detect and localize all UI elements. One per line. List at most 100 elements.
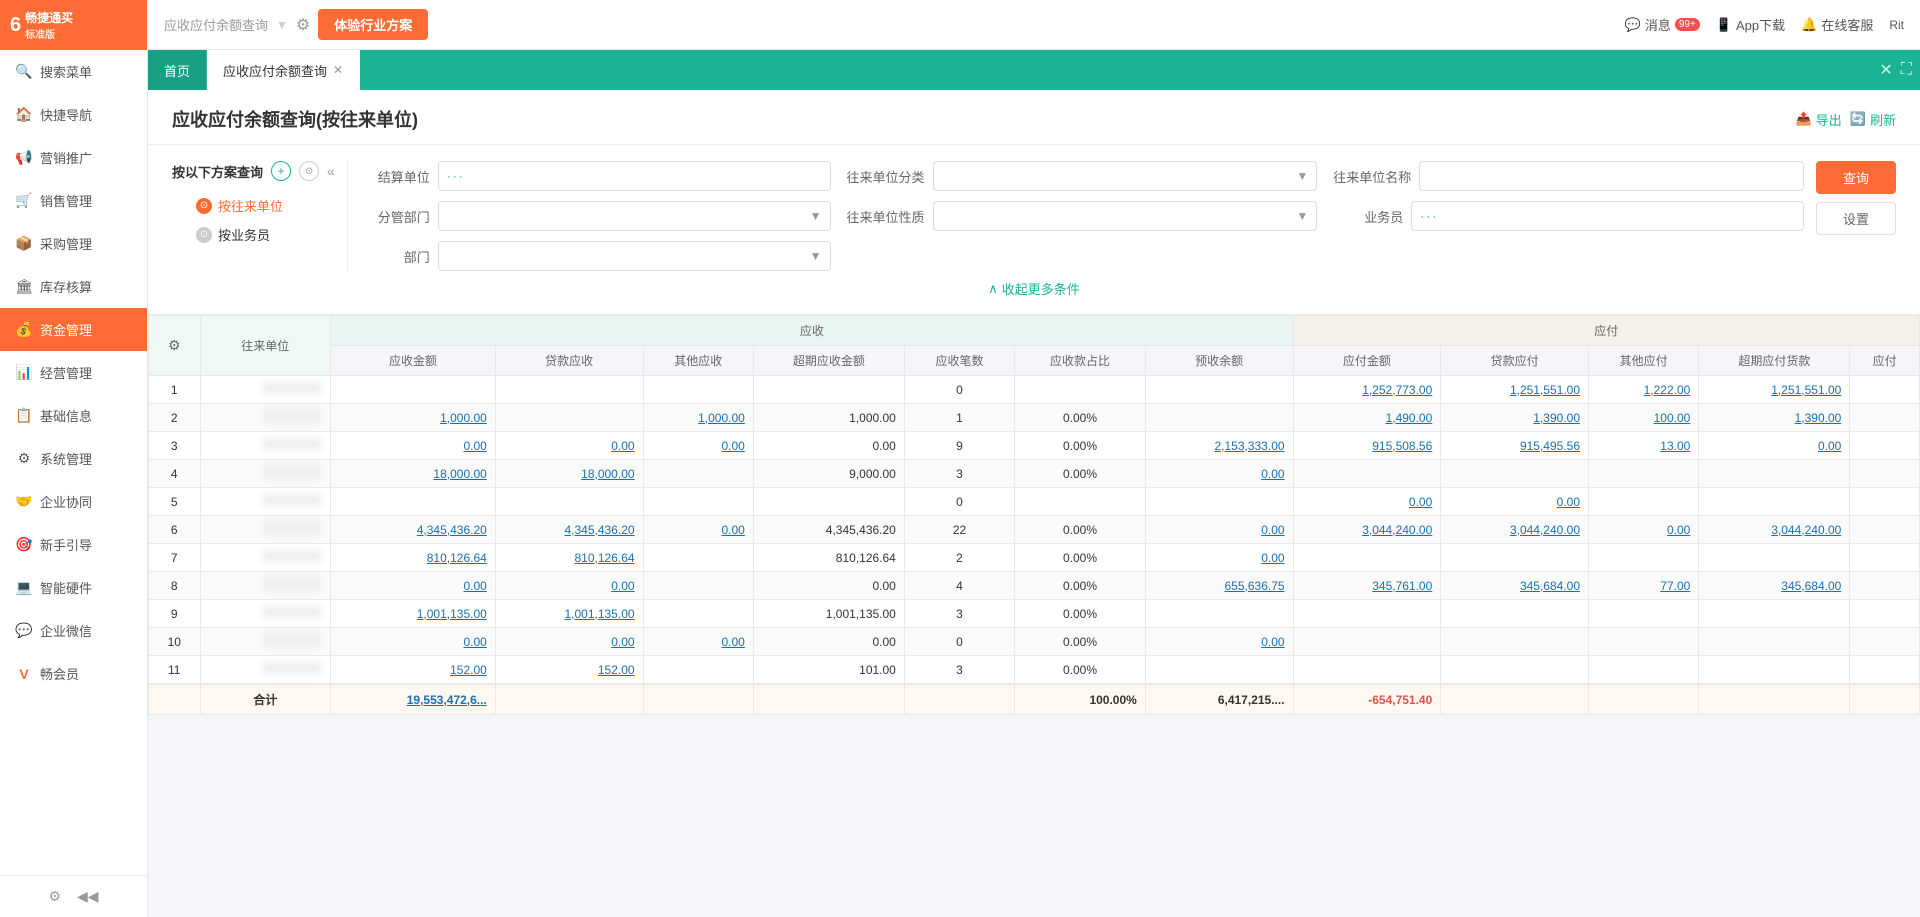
th-loan-payable: 贷款应付 <box>1441 346 1589 376</box>
table-row: 64,345,436.204,345,436.200.004,345,436.2… <box>149 516 1920 544</box>
total-label: 合计 <box>200 684 331 715</box>
table-row: 500.000.00 <box>149 488 1920 516</box>
sidebar-item-smart-hw[interactable]: 💻 智能硬件 <box>0 566 147 609</box>
app-download-action[interactable]: 📱 App下载 <box>1716 15 1785 34</box>
collapse-arrow-icon: ∧ <box>988 281 998 297</box>
sidebar-item-search-menu[interactable]: 🔍 搜索菜单 <box>0 50 147 93</box>
table-row: 100.000.000.000.0000.00%0.00 <box>149 628 1920 656</box>
th-receivable-ratio: 应收款占比 <box>1015 346 1146 376</box>
filter-section: 按以下方案查询 + ⊙ « ⊙ 按往来单位 ⊙ <box>148 145 1920 315</box>
sidebar-item-operations[interactable]: 📊 经营管理 <box>0 351 147 394</box>
total-overdue-payable <box>1699 684 1850 715</box>
sidebar-bottom: ⚙ ◀◀ <box>0 875 147 917</box>
tab-maximize-btn[interactable]: ⛶ <box>1901 61 1912 79</box>
table-row: 80.000.000.0040.00%655,636.75345,761.003… <box>149 572 1920 600</box>
filter-add-button[interactable]: + <box>271 161 291 181</box>
filter-collapse-btn[interactable]: « <box>327 163 335 179</box>
header-right: 💬 消息 99+ 📱 App下载 🔔 在线客服 Rit <box>1625 15 1904 34</box>
filter-setting-button[interactable]: ⊙ <box>299 161 319 181</box>
tab-close-all-btn[interactable]: ✕ <box>1879 60 1892 80</box>
refresh-button[interactable]: 🔄 刷新 <box>1850 110 1896 129</box>
tab-ar-ap-label: 应收应付余额查询 <box>223 61 327 80</box>
sidebar-item-basic-info[interactable]: 📋 基础信息 <box>0 394 147 437</box>
tab-ar-ap-query[interactable]: 应收应付余额查询 ✕ <box>207 50 360 90</box>
tab-home[interactable]: 首页 <box>148 50 207 90</box>
sidebar-item-label: 资金管理 <box>40 320 92 339</box>
total-label-empty <box>149 684 201 715</box>
input-unit-name[interactable] <box>1419 161 1804 191</box>
sidebar-item-guide[interactable]: 🎯 新手引导 <box>0 523 147 566</box>
table-section: ⚙ 往来单位 应收 应付 应收金额 贷款应收 其他应收 超期应收金额 <box>148 315 1920 715</box>
sidebar-item-enterprise-coop[interactable]: 🤝 企业协同 <box>0 480 147 523</box>
table-row: 91,001,135.001,001,135.001,001,135.0030.… <box>149 600 1920 628</box>
th-overdue-receivable: 超期应收金额 <box>753 346 904 376</box>
sidebar-item-enterprise-wechat[interactable]: 💬 企业微信 <box>0 609 147 652</box>
table-settings-gear-icon[interactable]: ⚙ <box>168 337 181 353</box>
table-row: 418,000.0018,000.009,000.0030.00%0.00 <box>149 460 1920 488</box>
sidebar-item-label: 快捷导航 <box>40 105 92 124</box>
sidebar-item-marketing[interactable]: 📢 营销推广 <box>0 136 147 179</box>
trial-button[interactable]: 体验行业方案 <box>318 9 428 40</box>
sidebar-item-finance[interactable]: 💰 资金管理 <box>0 308 147 351</box>
tab-close-btn[interactable]: ✕ <box>333 63 343 77</box>
sidebar-item-label: 营销推广 <box>40 148 92 167</box>
export-button[interactable]: 📤 导出 <box>1796 110 1842 129</box>
inventory-icon: 🏛 <box>16 279 32 295</box>
total-ap-suffix <box>1850 684 1920 715</box>
sidebar-item-label: 销售管理 <box>40 191 92 210</box>
input-salesperson[interactable]: ··· <box>1411 201 1804 231</box>
th-advance-balance: 预收余额 <box>1145 346 1293 376</box>
filter-title: 按以下方案查询 <box>172 162 263 181</box>
scheme-by-salesperson-label: 按业务员 <box>218 225 270 244</box>
messages-action[interactable]: 💬 消息 99+ <box>1625 15 1700 34</box>
table-row: 101,252,773.001,251,551.001,222.001,251,… <box>149 376 1920 404</box>
sidebar-item-label: 采购管理 <box>40 234 92 253</box>
input-unit-nature[interactable]: ▼ <box>933 201 1318 231</box>
input-unit-category[interactable]: ▼ <box>933 161 1318 191</box>
th-payable-amount: 应付金额 <box>1293 346 1441 376</box>
search-icon: 🔍 <box>16 64 32 80</box>
sidebar-item-label: 搜索菜单 <box>40 62 92 81</box>
sidebar-settings-btn[interactable]: ⚙ <box>48 888 61 905</box>
message-label: 消息 <box>1645 15 1671 34</box>
user-info[interactable]: Rit <box>1889 18 1904 32</box>
header-gear-btn[interactable]: ⚙ <box>296 15 310 35</box>
online-service-action[interactable]: 🔔 在线客服 <box>1801 15 1873 34</box>
th-trading-unit: 往来单位 <box>200 316 331 376</box>
input-settlement-unit[interactable]: ··· <box>438 161 831 191</box>
sidebar-item-sales[interactable]: 🛒 销售管理 <box>0 179 147 222</box>
sidebar-item-system[interactable]: ⚙ 系统管理 <box>0 437 147 480</box>
th-receivable: 应收 <box>331 316 1293 346</box>
system-icon: ⚙ <box>16 451 32 467</box>
sidebar-item-label: 企业微信 <box>40 621 92 640</box>
tab-actions: ✕ ⛶ <box>1879 60 1920 80</box>
sidebar-collapse-btn[interactable]: ◀◀ <box>77 888 99 905</box>
collapse-more-button[interactable]: ∧ 收起更多条件 <box>988 279 1080 298</box>
scheme-by-unit[interactable]: ⊙ 按往来单位 <box>196 193 335 218</box>
collapse-more: ∧ 收起更多条件 <box>172 271 1896 298</box>
th-settings[interactable]: ⚙ <box>149 316 201 376</box>
input-department[interactable]: ▼ <box>438 241 831 271</box>
scheme-options: ⊙ 按往来单位 ⊙ 按业务员 <box>172 193 335 247</box>
th-payable: 应付 <box>1293 316 1919 346</box>
sidebar-item-inventory[interactable]: 🏛 库存核算 <box>0 265 147 308</box>
sidebar-item-label: 经营管理 <box>40 363 92 382</box>
sidebar-item-label: 库存核算 <box>40 277 92 296</box>
table-row: 7810,126.64810,126.64810,126.6420.00%0.0… <box>149 544 1920 572</box>
sidebar-item-vip[interactable]: V 畅会员 <box>0 652 147 695</box>
query-button[interactable]: 查询 <box>1816 161 1896 194</box>
scheme-by-salesperson[interactable]: ⊙ 按业务员 <box>196 222 335 247</box>
settings-button[interactable]: 设置 <box>1816 202 1896 235</box>
hardware-icon: 💻 <box>16 580 32 596</box>
sidebar-item-quick-nav[interactable]: 🏠 快捷导航 <box>0 93 147 136</box>
table-row: 21,000.001,000.001,000.0010.00%1,490.001… <box>149 404 1920 432</box>
sidebar-item-purchase[interactable]: 📦 采购管理 <box>0 222 147 265</box>
filter-header: 按以下方案查询 + ⊙ « <box>172 161 335 181</box>
table-wrapper[interactable]: ⚙ 往来单位 应收 应付 应收金额 贷款应收 其他应收 超期应收金额 <box>148 315 1920 715</box>
total-other-payable <box>1589 684 1699 715</box>
message-icon: 💬 <box>1625 17 1641 33</box>
sidebar-item-label: 畅会员 <box>40 664 79 683</box>
tab-home-label: 首页 <box>164 61 190 80</box>
main-content: 应收应付余额查询 ▼ ⚙ 体验行业方案 💬 消息 99+ 📱 App下载 🔔 在… <box>148 0 1920 917</box>
input-dept[interactable]: ▼ <box>438 201 831 231</box>
